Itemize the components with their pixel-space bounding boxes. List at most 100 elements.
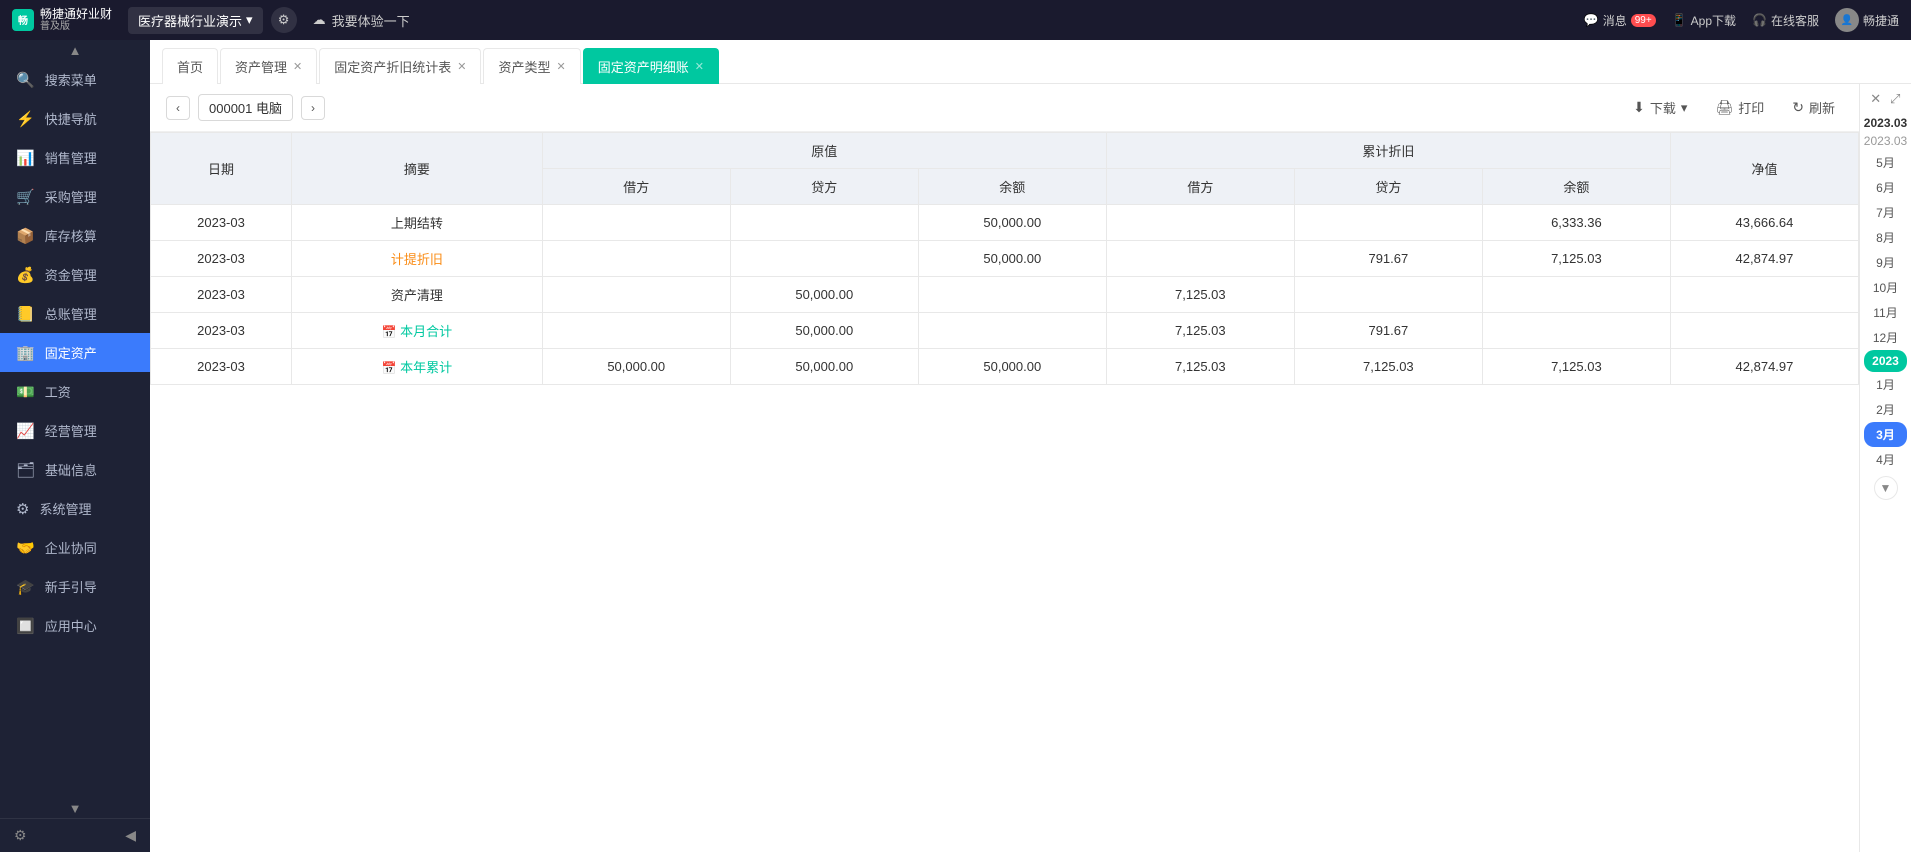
nav-next-button[interactable]: › xyxy=(301,96,325,120)
download-button[interactable]: ⬇ 下载 ▾ xyxy=(1625,94,1695,121)
cell-accum-credit xyxy=(1294,205,1482,241)
table-row: 2023-03 📅 本月合计 50,000.00 7,125.03 791.67 xyxy=(151,313,1859,349)
refresh-button[interactable]: ↻ 刷新 xyxy=(1784,94,1843,121)
sidebar: ▲ 🔍 搜索菜单 ⚡ 快捷导航 📊 销售管理 🛒 采购管理 📦 库存核算 xyxy=(0,40,150,852)
table-row: 2023-03 上期结转 50,000.00 6,333.36 43,666.6… xyxy=(151,205,1859,241)
sidebar-item-apps[interactable]: 🔲 应用中心 xyxy=(0,606,150,645)
cell-orig-balance: 50,000.00 xyxy=(918,205,1106,241)
sidebar-item-purchase[interactable]: 🛒 采购管理 xyxy=(0,177,150,216)
system-icon: ⚙ xyxy=(16,500,29,518)
collapse-icon[interactable]: ◀ xyxy=(125,827,136,844)
tab-depreciation-close[interactable]: ✕ xyxy=(457,60,466,73)
sidebar-item-label: 库存核算 xyxy=(45,226,97,245)
sidebar-item-salary[interactable]: 💵 工资 xyxy=(0,372,150,411)
col-header-date: 日期 xyxy=(151,133,292,205)
sidebar-item-sales[interactable]: 📊 销售管理 xyxy=(0,138,150,177)
sidebar-item-label: 资金管理 xyxy=(45,265,97,284)
timeline-month-4[interactable]: 4月 xyxy=(1860,447,1911,472)
timeline-month-5[interactable]: 5月 xyxy=(1860,150,1911,175)
timeline-month-1[interactable]: 1月 xyxy=(1860,372,1911,397)
tab-home[interactable]: 首页 xyxy=(162,48,218,84)
logo-title: 畅捷通好业财 xyxy=(40,7,112,21)
sidebar-item-label: 新手引导 xyxy=(45,577,97,596)
timeline-month-11[interactable]: 11月 xyxy=(1860,300,1911,325)
company-selector[interactable]: 医疗器械行业演示 ▾ xyxy=(128,7,263,34)
sidebar-item-guide[interactable]: 🎓 新手引导 xyxy=(0,567,150,606)
user-action[interactable]: 👤 畅捷通 xyxy=(1835,8,1899,32)
sidebar-item-finance[interactable]: 💰 资金管理 xyxy=(0,255,150,294)
tab-assets-close[interactable]: ✕ xyxy=(293,60,302,73)
col-sub-accum-balance: 余额 xyxy=(1482,169,1670,205)
settings-icon[interactable]: ⚙ xyxy=(271,7,297,33)
expand-panel-icon[interactable]: ⤢ xyxy=(1886,88,1906,110)
col-sub-orig-debit: 借方 xyxy=(542,169,730,205)
cell-accum-debit xyxy=(1106,241,1294,277)
experience-btn[interactable]: ☁ 我要体验一下 xyxy=(313,11,410,30)
sidebar-scroll-up[interactable]: ▲ xyxy=(0,40,150,60)
sidebar-item-system[interactable]: ⚙ 系统管理 xyxy=(0,489,150,528)
tab-detail-close[interactable]: ✕ xyxy=(695,60,704,73)
cell-orig-debit: 50,000.00 xyxy=(542,349,730,385)
tab-asset-type-label: 资产类型 xyxy=(498,57,550,76)
sidebar-item-label: 总账管理 xyxy=(45,304,97,323)
tab-asset-type[interactable]: 资产类型 ✕ xyxy=(483,48,580,84)
cell-orig-credit xyxy=(730,241,918,277)
sidebar-items: 🔍 搜索菜单 ⚡ 快捷导航 📊 销售管理 🛒 采购管理 📦 库存核算 💰 xyxy=(0,60,150,798)
close-panel-icon[interactable]: ✕ xyxy=(1866,88,1886,110)
print-button[interactable]: 🖨 打印 xyxy=(1707,94,1772,121)
timeline-month-9[interactable]: 9月 xyxy=(1860,250,1911,275)
download-icon: 📱 xyxy=(1672,13,1687,27)
sidebar-item-search[interactable]: 🔍 搜索菜单 xyxy=(0,60,150,99)
main-layout: ▲ 🔍 搜索菜单 ⚡ 快捷导航 📊 销售管理 🛒 采购管理 📦 库存核算 xyxy=(0,40,1911,852)
tab-assets[interactable]: 资产管理 ✕ xyxy=(220,48,317,84)
timeline-controls: ✕ ⤢ xyxy=(1860,84,1911,114)
right-timeline: ✕ ⤢ 2023.03 2023.03 5月 6月 7月 8月 9月 10月 1… xyxy=(1859,84,1911,852)
tab-home-label: 首页 xyxy=(177,57,203,76)
online-service-action[interactable]: 🎧 在线客服 xyxy=(1752,12,1819,29)
message-action[interactable]: 💬 消息 99+ xyxy=(1584,12,1656,29)
timeline-month-2[interactable]: 2月 xyxy=(1860,397,1911,422)
cell-accum-balance xyxy=(1482,313,1670,349)
tab-asset-type-close[interactable]: ✕ xyxy=(557,60,566,73)
top-actions: 💬 消息 99+ 📱 App下载 🎧 在线客服 👤 畅捷通 xyxy=(1584,8,1899,32)
cell-orig-debit xyxy=(542,277,730,313)
timeline-scroll-down[interactable]: ▼ xyxy=(1874,476,1898,500)
nav-prev-button[interactable]: ‹ xyxy=(166,96,190,120)
sidebar-scroll-down[interactable]: ▼ xyxy=(0,798,150,818)
salary-icon: 💵 xyxy=(16,383,35,401)
cell-orig-credit: 50,000.00 xyxy=(730,313,918,349)
col-header-summary: 摘要 xyxy=(292,133,543,205)
timeline-month-7[interactable]: 7月 xyxy=(1860,200,1911,225)
cell-date: 2023-03 xyxy=(151,205,292,241)
sidebar-item-ledger[interactable]: 📒 总账管理 xyxy=(0,294,150,333)
sidebar-item-collab[interactable]: 🤝 企业协同 xyxy=(0,528,150,567)
sidebar-item-base[interactable]: 🗂 基础信息 xyxy=(0,450,150,489)
cell-orig-balance: 50,000.00 xyxy=(918,241,1106,277)
tab-depreciation[interactable]: 固定资产折旧统计表 ✕ xyxy=(319,48,481,84)
timeline-month-10[interactable]: 10月 xyxy=(1860,275,1911,300)
timeline-month-6[interactable]: 6月 xyxy=(1860,175,1911,200)
finance-icon: 💰 xyxy=(16,266,35,284)
settings-bottom-icon[interactable]: ⚙ xyxy=(14,827,27,844)
sidebar-item-ops[interactable]: 📈 经营管理 xyxy=(0,411,150,450)
page-body: ‹ 000001 电脑 › ⬇ 下载 ▾ 🖨 xyxy=(150,84,1911,852)
tab-detail[interactable]: 固定资产明细账 ✕ xyxy=(583,48,719,84)
timeline-month-3-active[interactable]: 3月 xyxy=(1864,422,1907,447)
timeline-month-12[interactable]: 12月 xyxy=(1860,325,1911,350)
top-bar: 畅 畅捷通好业财 普及版 医疗器械行业演示 ▾ ⚙ ☁ 我要体验一下 💬 消息 … xyxy=(0,0,1911,40)
col-sub-orig-credit: 贷方 xyxy=(730,169,918,205)
yearly-label: 本年累计 xyxy=(400,360,452,375)
timeline-year-2023[interactable]: 2023 xyxy=(1864,350,1907,372)
cell-accum-credit: 791.67 xyxy=(1294,241,1482,277)
cell-accum-debit: 7,125.03 xyxy=(1106,277,1294,313)
sidebar-item-inventory[interactable]: 📦 库存核算 xyxy=(0,216,150,255)
col-sub-accum-debit: 借方 xyxy=(1106,169,1294,205)
sidebar-item-fixed-assets[interactable]: 🏢 固定资产 xyxy=(0,333,150,372)
sidebar-item-label: 基础信息 xyxy=(45,460,97,479)
sidebar-item-quicknav[interactable]: ⚡ 快捷导航 xyxy=(0,99,150,138)
yearly-icon: 📅 xyxy=(382,361,397,375)
sidebar-item-label: 经营管理 xyxy=(45,421,97,440)
app-download-action[interactable]: 📱 App下载 xyxy=(1672,12,1736,29)
search-icon: 🔍 xyxy=(16,71,35,89)
timeline-month-8[interactable]: 8月 xyxy=(1860,225,1911,250)
